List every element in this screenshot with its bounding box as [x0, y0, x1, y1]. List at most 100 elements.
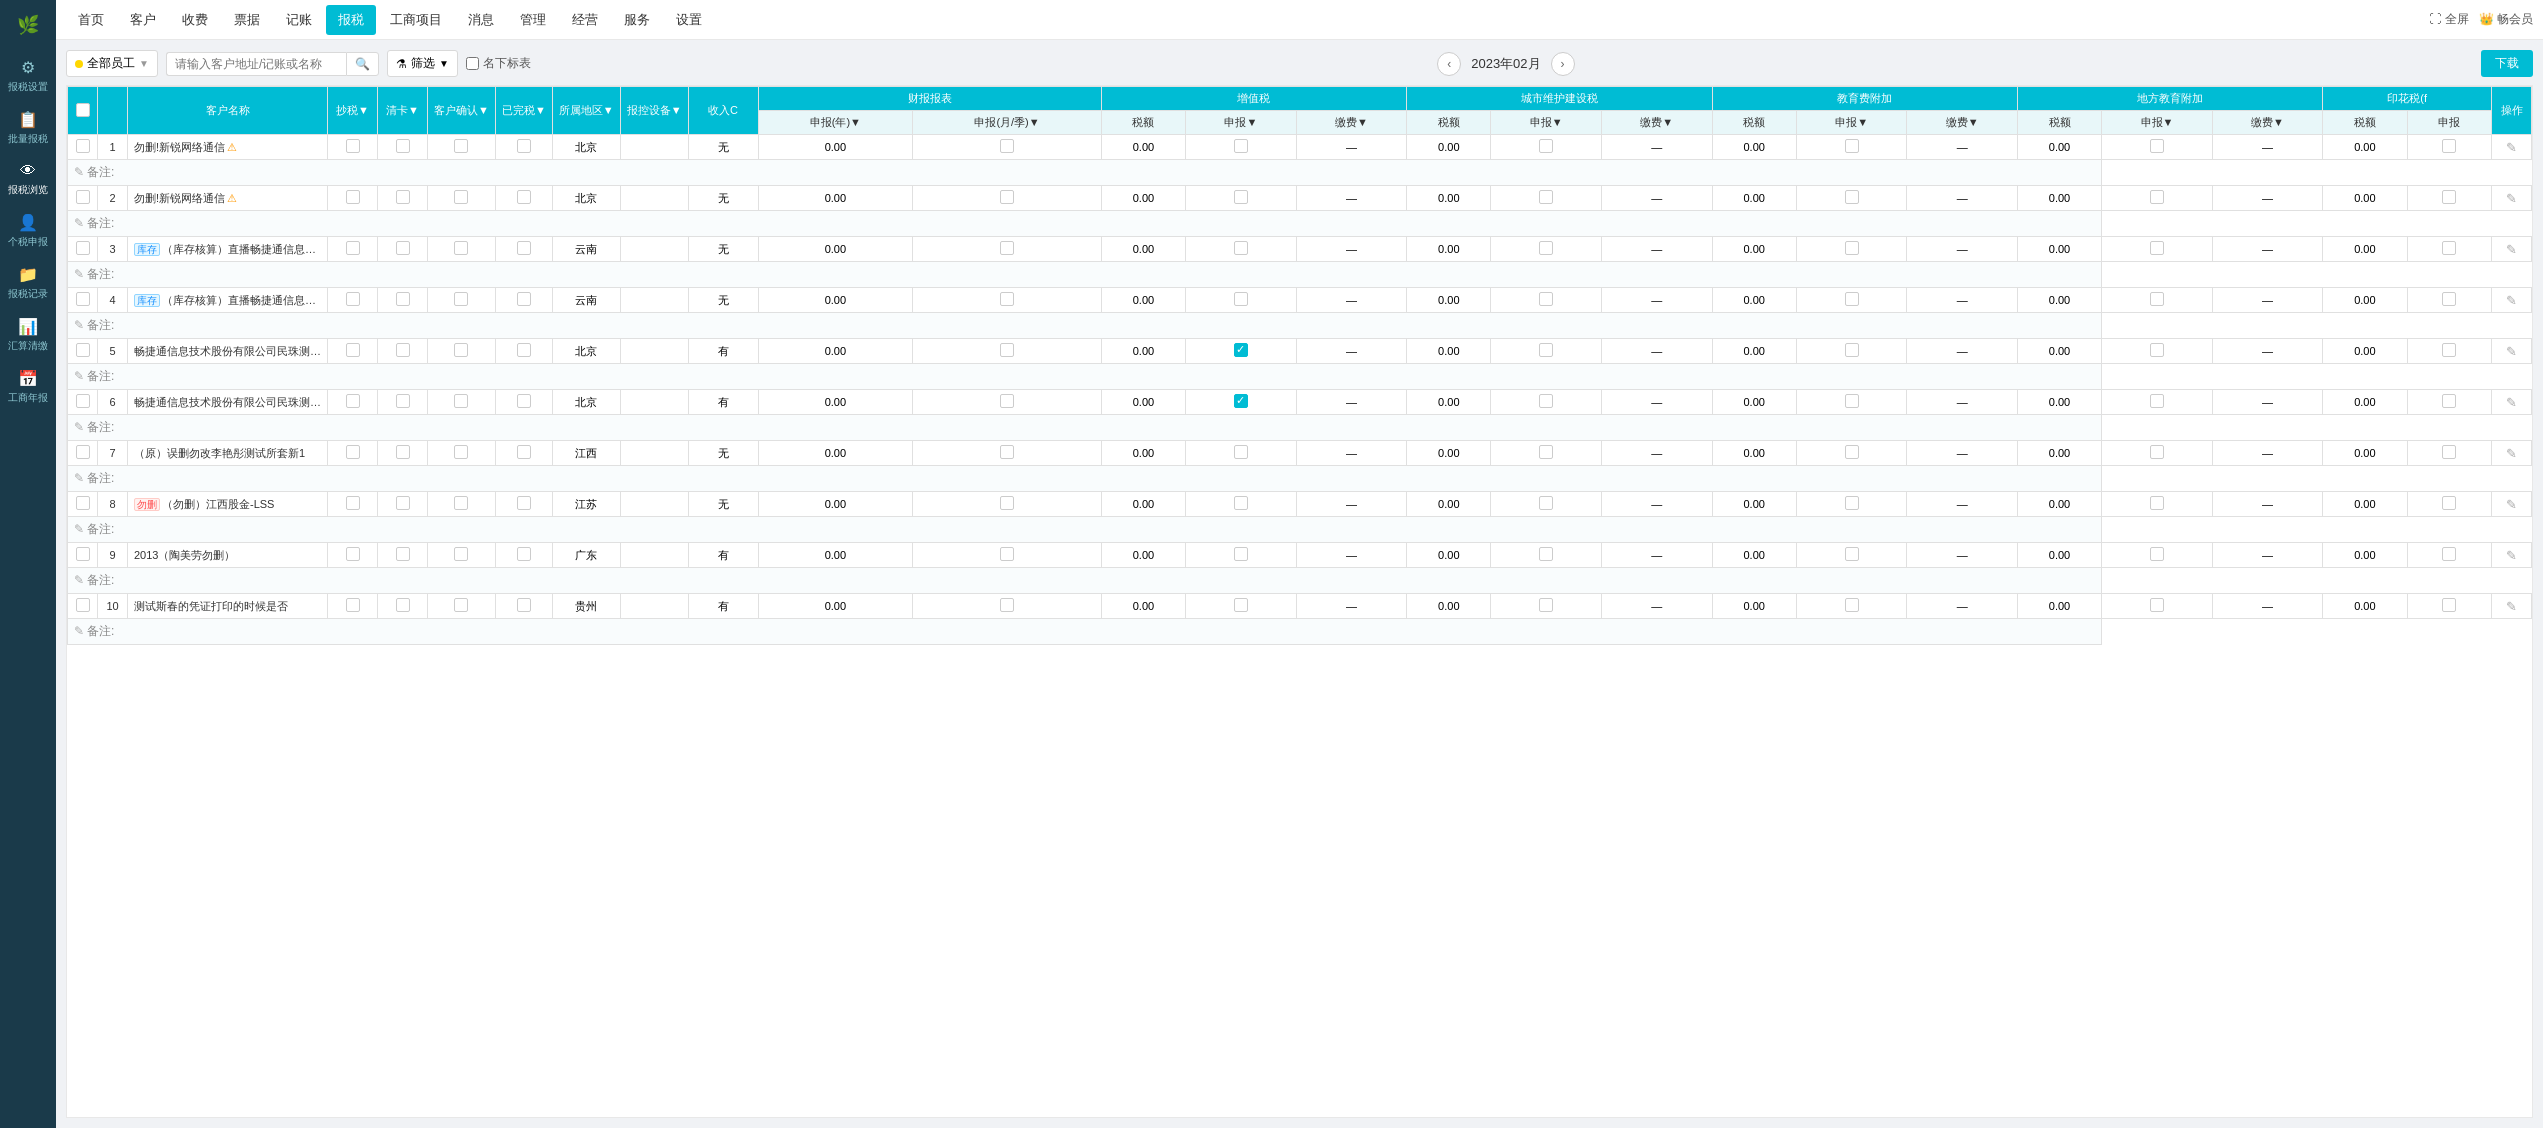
kehu-confirm-cell[interactable] [428, 390, 496, 415]
city-tax-declare-cell[interactable] [1491, 186, 1602, 211]
qingka-checkbox[interactable] [396, 292, 410, 306]
nav-service[interactable]: 服务 [612, 5, 662, 35]
employee-filter[interactable]: 全部员工 ▼ [66, 50, 158, 77]
sidebar-item-personal-tax[interactable]: 👤 个税申报 [0, 205, 56, 257]
yiwanshui-checkbox[interactable] [517, 343, 531, 357]
vat-declare-checkbox[interactable] [1234, 241, 1248, 255]
row-checkbox-cell[interactable] [68, 237, 98, 262]
kehu-confirm-cell[interactable] [428, 186, 496, 211]
city-tax-declare-cell[interactable] [1491, 441, 1602, 466]
kehu-confirm-checkbox[interactable] [454, 547, 468, 561]
company-name[interactable]: 勿删!新锐网络通信⚠ [128, 135, 328, 160]
edit-icon[interactable]: ✎ [2506, 599, 2517, 614]
vat-declare-checkbox[interactable] [1234, 547, 1248, 561]
yiwanshui-cell[interactable] [495, 135, 552, 160]
next-page-btn[interactable]: › [1551, 52, 1575, 76]
nav-operation[interactable]: 经营 [560, 5, 610, 35]
vat-declare-cell[interactable] [1186, 543, 1297, 568]
row-checkbox[interactable] [76, 598, 90, 612]
chaoshui-checkbox[interactable] [346, 394, 360, 408]
note-edit-icon[interactable]: ✎ [74, 318, 84, 332]
edit-icon[interactable]: ✎ [2506, 140, 2517, 155]
ops-cell[interactable]: ✎ [2492, 135, 2532, 160]
local-edu-declare-cell[interactable] [2102, 339, 2213, 364]
kehu-confirm-checkbox[interactable] [454, 343, 468, 357]
prev-page-btn[interactable]: ‹ [1437, 52, 1461, 76]
city-tax-declare-cell[interactable] [1491, 135, 1602, 160]
company-name[interactable]: 畅捷通信息技术股份有限公司民珠测试⚠ [128, 339, 328, 364]
row-checkbox[interactable] [76, 139, 90, 153]
local-edu-declare-cell[interactable] [2102, 288, 2213, 313]
local-edu-declare-cell[interactable] [2102, 237, 2213, 262]
stamp-tax-declare-cell[interactable] [2407, 339, 2491, 364]
row-checkbox[interactable] [76, 190, 90, 204]
edit-icon[interactable]: ✎ [2506, 293, 2517, 308]
stamp-tax-declare-cell[interactable] [2407, 543, 2491, 568]
vat-declare-checkbox[interactable] [1234, 496, 1248, 510]
note-edit-icon[interactable]: ✎ [74, 267, 84, 281]
note-edit-icon[interactable]: ✎ [74, 573, 84, 587]
note-edit-icon[interactable]: ✎ [74, 369, 84, 383]
chaoshui-cell[interactable] [328, 390, 378, 415]
qingka-checkbox[interactable] [396, 547, 410, 561]
stamp-tax-declare-cell[interactable] [2407, 135, 2491, 160]
chaoshui-cell[interactable] [328, 339, 378, 364]
nav-home[interactable]: 首页 [66, 5, 116, 35]
chaoshui-checkbox[interactable] [346, 241, 360, 255]
row-checkbox[interactable] [76, 394, 90, 408]
qingka-checkbox[interactable] [396, 241, 410, 255]
yiwanshui-cell[interactable] [495, 390, 552, 415]
yiwanshui-cell[interactable] [495, 492, 552, 517]
note-edit-icon[interactable]: ✎ [74, 624, 84, 638]
finance-month-cell[interactable] [913, 594, 1102, 619]
finance-month-cell[interactable] [913, 390, 1102, 415]
company-name[interactable]: 库存（库存核算）直播畅捷通信息技术股份有限...⚠ [128, 288, 328, 313]
nav-message[interactable]: 消息 [456, 5, 506, 35]
local-edu-declare-cell[interactable] [2102, 543, 2213, 568]
vat-declare-checkbox[interactable] [1234, 394, 1248, 408]
finance-month-cell[interactable] [913, 492, 1102, 517]
row-checkbox-cell[interactable] [68, 339, 98, 364]
nav-invoice[interactable]: 票据 [222, 5, 272, 35]
ops-cell[interactable]: ✎ [2492, 492, 2532, 517]
chaoshui-cell[interactable] [328, 492, 378, 517]
nav-management[interactable]: 管理 [508, 5, 558, 35]
city-tax-declare-cell[interactable] [1491, 543, 1602, 568]
sidebar-item-batch-tax[interactable]: 📋 批量报税 [0, 102, 56, 154]
row-checkbox-cell[interactable] [68, 492, 98, 517]
yiwanshui-checkbox[interactable] [517, 547, 531, 561]
edu-surcharge-declare-cell[interactable] [1796, 594, 1907, 619]
chaoshui-checkbox[interactable] [346, 547, 360, 561]
edu-surcharge-declare-cell[interactable] [1796, 339, 1907, 364]
company-name[interactable]: 库存（库存核算）直播畅捷通信息技术股份有限...⚠ [128, 237, 328, 262]
yiwanshui-checkbox[interactable] [517, 241, 531, 255]
vat-declare-checkbox[interactable] [1234, 343, 1248, 357]
vat-declare-cell[interactable] [1186, 339, 1297, 364]
kehu-confirm-checkbox[interactable] [454, 241, 468, 255]
edu-surcharge-declare-cell[interactable] [1796, 288, 1907, 313]
row-checkbox-cell[interactable] [68, 594, 98, 619]
finance-month-checkbox[interactable] [1000, 445, 1014, 459]
row-checkbox[interactable] [76, 292, 90, 306]
row-checkbox-cell[interactable] [68, 543, 98, 568]
finance-month-cell[interactable] [913, 186, 1102, 211]
yiwanshui-checkbox[interactable] [517, 394, 531, 408]
name-checkbox[interactable] [466, 57, 479, 70]
qingka-cell[interactable] [378, 186, 428, 211]
nav-tax[interactable]: 报税 [326, 5, 376, 35]
stamp-tax-declare-cell[interactable] [2407, 492, 2491, 517]
row-checkbox-cell[interactable] [68, 390, 98, 415]
vat-declare-checkbox[interactable] [1234, 139, 1248, 153]
edit-icon[interactable]: ✎ [2506, 242, 2517, 257]
stamp-tax-declare-cell[interactable] [2407, 288, 2491, 313]
company-name[interactable]: 勿删!新锐网络通信⚠ [128, 186, 328, 211]
chaoshui-cell[interactable] [328, 135, 378, 160]
chaoshui-checkbox[interactable] [346, 496, 360, 510]
vat-declare-cell[interactable] [1186, 594, 1297, 619]
qingka-checkbox[interactable] [396, 139, 410, 153]
row-checkbox[interactable] [76, 496, 90, 510]
kehu-confirm-checkbox[interactable] [454, 292, 468, 306]
yiwanshui-cell[interactable] [495, 441, 552, 466]
local-edu-declare-cell[interactable] [2102, 390, 2213, 415]
edu-surcharge-declare-cell[interactable] [1796, 390, 1907, 415]
